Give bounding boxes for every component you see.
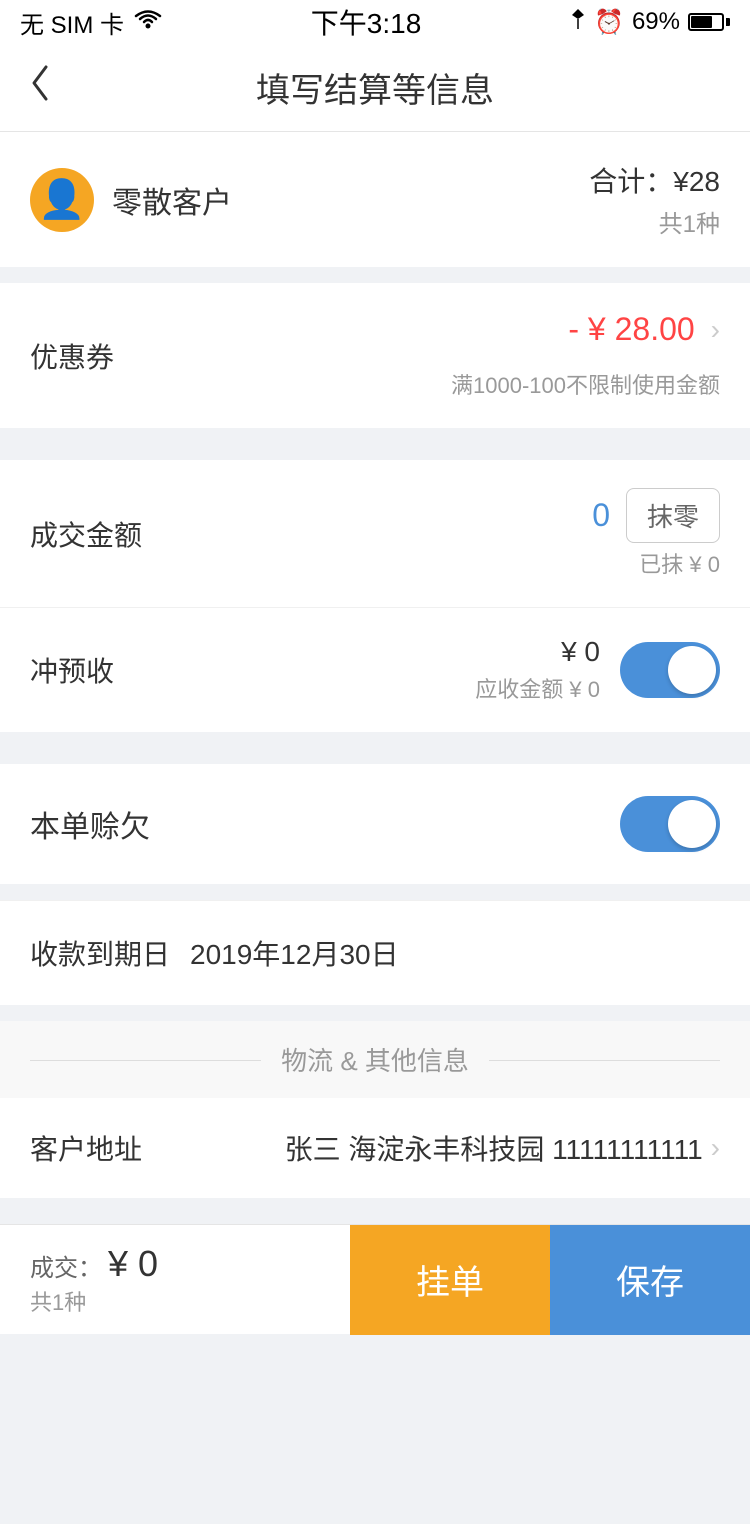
transaction-right: 0 抹零 已抹 ¥ 0 (550, 488, 720, 579)
debt-label: 本单赊欠 (30, 802, 150, 846)
bottom-bar: 成交： ¥ 0 共1种 挂单 保存 (0, 1224, 750, 1334)
already-rounded: 已抹 ¥ 0 (550, 547, 720, 579)
coupon-desc: 满1000-100不限制使用金额 (451, 368, 720, 400)
divider-3 (0, 1005, 750, 1021)
nav-bar: 填写结算等信息 (0, 44, 750, 132)
toggle-knob (668, 646, 716, 694)
prereceive-amount: ¥ 0 (475, 636, 600, 668)
page-title: 填写结算等信息 (256, 63, 494, 112)
customer-total: 合计：¥28 共1种 (589, 160, 720, 239)
divider-2 (0, 748, 750, 764)
battery-percent: 69% (632, 8, 680, 36)
address-value: 张三 海淀永丰科技园 11111111111 (285, 1128, 703, 1168)
prereceive-toggle[interactable] (620, 642, 720, 698)
summary-count: 共1种 (30, 1285, 320, 1317)
coupon-right: - ¥ 28.00 › 满1000-100不限制使用金额 (451, 311, 720, 400)
transaction-label: 成交金额 (30, 514, 142, 554)
address-label: 客户地址 (30, 1128, 142, 1168)
avatar: 👤 (30, 168, 94, 232)
back-button[interactable] (28, 63, 52, 112)
coupon-section[interactable]: 优惠券 - ¥ 28.00 › 满1000-100不限制使用金额 (0, 283, 750, 428)
status-right: ⏰ 69% (570, 8, 730, 37)
wifi-icon (134, 8, 162, 36)
debt-toggle-knob (668, 800, 716, 848)
summary-title: 成交： (30, 1248, 102, 1283)
summary-amount: ¥ 0 (108, 1243, 158, 1285)
coupon-label: 优惠券 (30, 336, 114, 376)
logistics-header: 物流 & 其他信息 (0, 1021, 750, 1098)
hold-button[interactable]: 挂单 (350, 1225, 550, 1335)
chevron-right-icon: › (711, 314, 720, 346)
due-date-value: 2019年12月30日 (190, 933, 399, 973)
coupon-row[interactable]: 优惠券 - ¥ 28.00 › 满1000-100不限制使用金额 (0, 283, 750, 428)
status-left: 无 SIM 卡 (20, 5, 162, 40)
total-count: 共1种 (589, 204, 720, 239)
debt-section: 本单赊欠 (0, 764, 750, 884)
total-amount: 合计：¥28 (589, 160, 720, 200)
prereceive-label: 冲预收 (30, 650, 114, 690)
receivable-amount: 应收金额 ¥ 0 (475, 672, 600, 704)
transaction-section: 成交金额 0 抹零 已抹 ¥ 0 冲预收 ¥ 0 应收金额 ¥ 0 (0, 460, 750, 732)
customer-name: 零散客户 (112, 178, 232, 222)
round-zero-button[interactable]: 抹零 (626, 488, 720, 543)
debt-toggle[interactable] (620, 796, 720, 852)
alarm-icon: ⏰ (594, 8, 624, 37)
logistics-text-wrap: 物流 & 其他信息 (261, 1041, 489, 1078)
no-sim-text: 无 SIM 卡 (20, 5, 124, 40)
address-section[interactable]: 客户地址 张三 海淀永丰科技园 11111111111 › (0, 1098, 750, 1198)
customer-section: 👤 零散客户 合计：¥28 共1种 (0, 132, 750, 267)
address-right: 张三 海淀永丰科技园 11111111111 › (265, 1128, 720, 1168)
logistics-title: 物流 & 其他信息 (281, 1046, 469, 1076)
customer-info: 👤 零散客户 (30, 168, 232, 232)
due-date-label: 收款到期日 (30, 933, 170, 973)
prereceive-row: 冲预收 ¥ 0 应收金额 ¥ 0 (0, 608, 750, 732)
divider-1 (0, 444, 750, 460)
transaction-row: 成交金额 0 抹零 已抹 ¥ 0 (0, 460, 750, 608)
status-bar: 无 SIM 卡 下午3:18 ⏰ 69% (0, 0, 750, 44)
bottom-summary: 成交： ¥ 0 共1种 (0, 1243, 350, 1317)
battery-icon (688, 13, 730, 31)
address-chevron-icon: › (711, 1132, 720, 1164)
user-icon: 👤 (38, 178, 85, 222)
transaction-amount[interactable]: 0 (550, 497, 610, 534)
coupon-discount: - ¥ 28.00 (568, 311, 694, 348)
save-button[interactable]: 保存 (550, 1225, 750, 1335)
location-icon (570, 8, 586, 36)
prereceive-amounts: ¥ 0 应收金额 ¥ 0 (475, 636, 600, 704)
status-time: 下午3:18 (311, 2, 422, 42)
due-date-section: 收款到期日 2019年12月30日 (0, 900, 750, 1005)
prereceive-right: ¥ 0 应收金额 ¥ 0 (475, 636, 720, 704)
